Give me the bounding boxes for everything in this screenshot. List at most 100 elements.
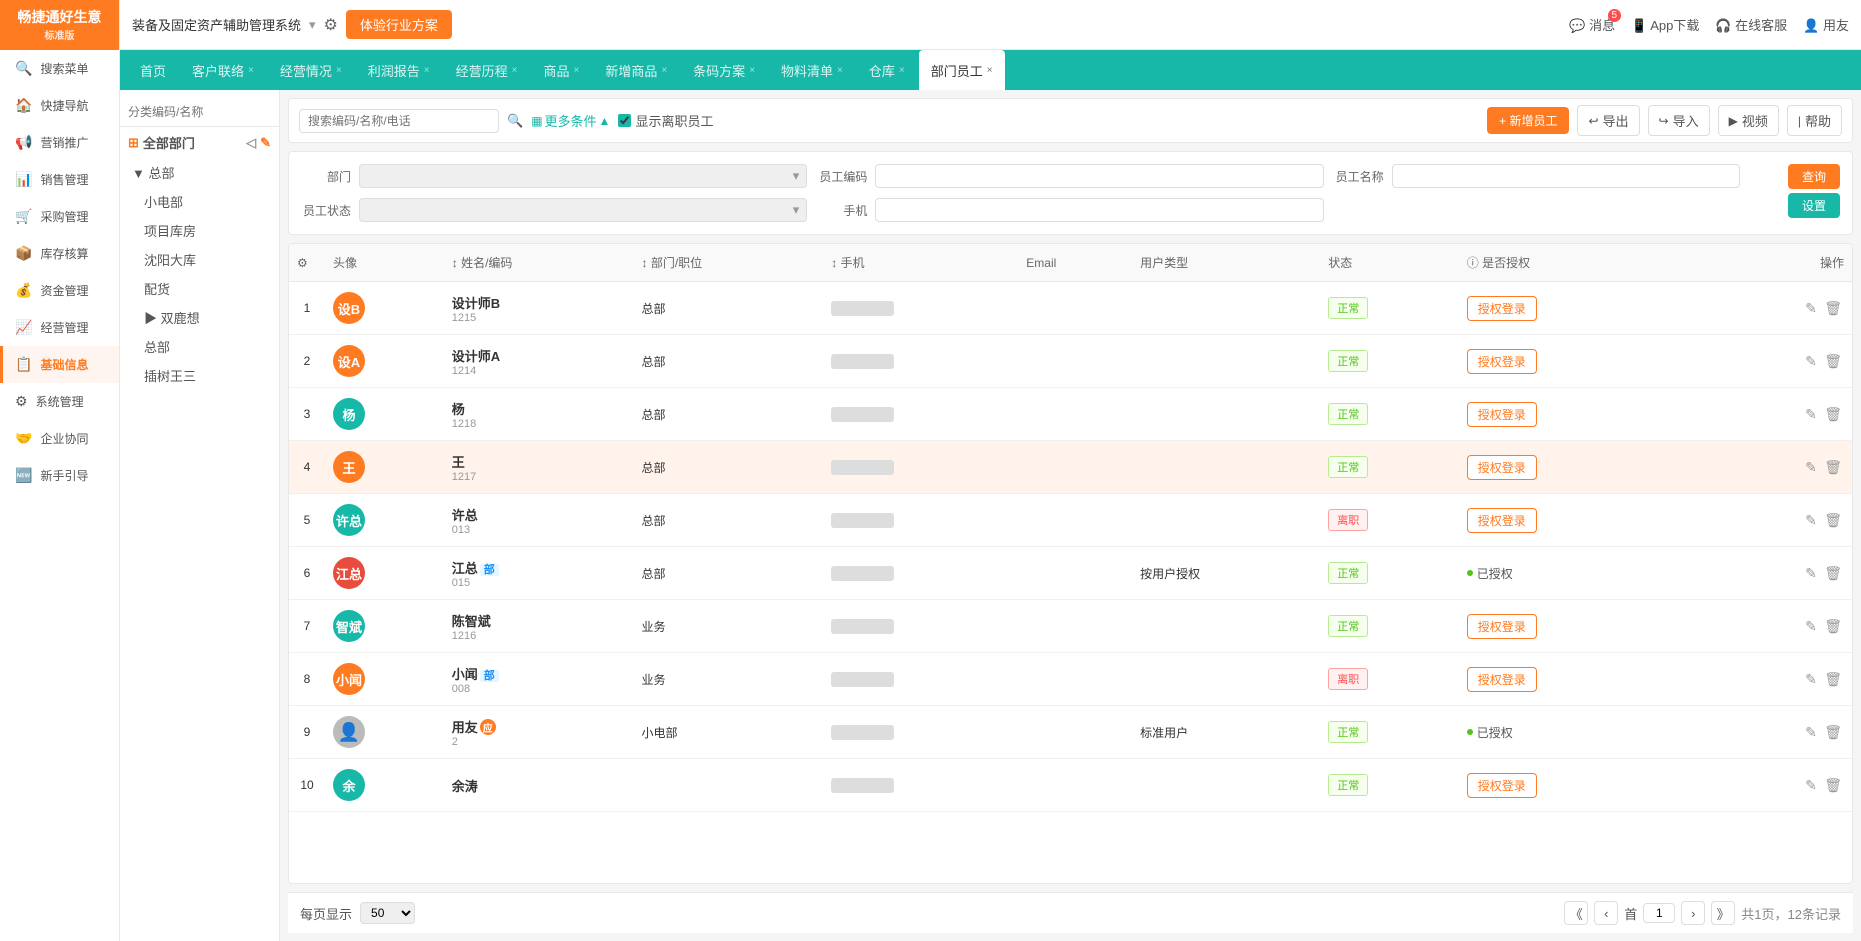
sidebar-item-search[interactable]: 🔍搜索菜单 — [0, 50, 119, 87]
tab-close-staff[interactable]: × — [987, 65, 993, 76]
more-filter-button[interactable]: ▦ 更多条件 ▲ — [531, 111, 610, 130]
edit-button[interactable]: ✎ — [1805, 565, 1817, 581]
tab-new_goods[interactable]: 新增商品× — [593, 50, 679, 90]
filter-reset-button[interactable]: 设置 — [1788, 193, 1840, 218]
tab-barcode[interactable]: 条码方案× — [681, 50, 767, 90]
dept-node-head[interactable]: ▼ 总部 — [120, 158, 279, 187]
filter-status-select[interactable] — [359, 198, 807, 222]
delete-button[interactable]: 🗑 — [1824, 300, 1842, 316]
sidebar-item-system[interactable]: ⚙系统管理 — [0, 383, 119, 420]
tab-goods[interactable]: 商品× — [531, 50, 591, 90]
tab-material[interactable]: 物料清单× — [769, 50, 855, 90]
sidebar-item-inventory[interactable]: 📦库存核算 — [0, 235, 119, 272]
dept-node-dist[interactable]: 配货 — [120, 274, 279, 303]
auth-button[interactable]: 授权登录 — [1467, 667, 1537, 692]
help-button[interactable]: | 帮助 — [1787, 105, 1842, 136]
dept-search-input[interactable] — [128, 105, 280, 119]
edit-button[interactable]: ✎ — [1805, 618, 1817, 634]
edit-button[interactable]: ✎ — [1805, 406, 1817, 422]
edit-button[interactable]: ✎ — [1805, 353, 1817, 369]
th-phone[interactable]: ↕ 手机 — [823, 244, 1018, 282]
tab-home[interactable]: 首页 — [128, 50, 178, 90]
dept-node-small_elec[interactable]: 小电部 — [120, 187, 279, 216]
dept-node-hq[interactable]: 总部 — [120, 332, 279, 361]
edit-button[interactable]: ✎ — [1805, 724, 1817, 740]
delete-button[interactable]: 🗑 — [1824, 671, 1842, 687]
auth-button[interactable]: 授权登录 — [1467, 349, 1537, 374]
dept-node-dual_dream[interactable]: ▶ 双鹿想 — [120, 303, 279, 332]
filter-empname-input[interactable] — [1392, 164, 1740, 188]
sidebar-item-basic[interactable]: 📋基础信息 — [0, 346, 119, 383]
auth-button[interactable]: 授权登录 — [1467, 296, 1537, 321]
dept-node-project[interactable]: 项目库房 — [120, 216, 279, 245]
filter-empcode-input[interactable] — [875, 164, 1323, 188]
first-page-button[interactable]: 《 — [1564, 901, 1588, 925]
tab-close-new_goods[interactable]: × — [661, 65, 667, 76]
th-settings[interactable]: ⚙ — [289, 244, 325, 282]
edit-button[interactable]: ✎ — [1805, 777, 1817, 793]
tab-close-goods[interactable]: × — [573, 65, 579, 76]
tab-close-material[interactable]: × — [837, 65, 843, 76]
topbar-dropdown-icon[interactable]: ▾ — [309, 17, 316, 33]
dept-collapse-button[interactable]: ◁ — [246, 135, 256, 151]
delete-button[interactable]: 🗑 — [1824, 777, 1842, 793]
tab-close-operation_stat[interactable]: × — [336, 65, 342, 76]
tab-close-warehouse[interactable]: × — [899, 65, 905, 76]
dept-node-shenyang[interactable]: 沈阳大库 — [120, 245, 279, 274]
sidebar-item-marketing[interactable]: 📢营销推广 — [0, 124, 119, 161]
dept-all-label[interactable]: 全部部门 — [143, 133, 195, 152]
sidebar-item-operation[interactable]: 📈经营管理 — [0, 309, 119, 346]
topbar-gear-icon[interactable]: ⚙ — [324, 15, 338, 35]
sidebar-item-enterprise[interactable]: 🤝企业协同 — [0, 420, 119, 457]
auth-button[interactable]: 授权登录 — [1467, 614, 1537, 639]
delete-button[interactable]: 🗑 — [1824, 459, 1842, 475]
tab-customer[interactable]: 客户联络× — [180, 50, 266, 90]
filter-phone-input[interactable] — [875, 198, 1323, 222]
delete-button[interactable]: 🗑 — [1824, 512, 1842, 528]
auth-button[interactable]: 授权登录 — [1467, 773, 1537, 798]
filter-dept-select[interactable] — [359, 164, 807, 188]
filter-search-button[interactable]: 查询 — [1788, 164, 1840, 189]
th-name-code[interactable]: ↕ 姓名/编码 — [444, 244, 634, 282]
online-service-button[interactable]: 🎧 在线客服 — [1715, 15, 1787, 34]
sidebar-item-guide[interactable]: 🆕新手引导 — [0, 457, 119, 494]
tab-close-profit[interactable]: × — [424, 65, 430, 76]
show-resigned-toggle[interactable]: 显示离职员工 — [618, 111, 713, 130]
tab-profit[interactable]: 利润报告× — [356, 50, 442, 90]
delete-button[interactable]: 🗑 — [1824, 724, 1842, 740]
tab-staff[interactable]: 部门员工× — [919, 50, 1005, 90]
edit-button[interactable]: ✎ — [1805, 459, 1817, 475]
tab-close-customer[interactable]: × — [248, 65, 254, 76]
tab-operation_stat[interactable]: 经营情况× — [268, 50, 354, 90]
trial-button[interactable]: 体验行业方案 — [346, 10, 452, 39]
tab-close-operation_hist[interactable]: × — [512, 65, 518, 76]
sidebar-item-purchase[interactable]: 🛒采购管理 — [0, 198, 119, 235]
auth-button[interactable]: 授权登录 — [1467, 455, 1537, 480]
tab-warehouse[interactable]: 仓库× — [857, 50, 917, 90]
import-button[interactable]: ↪ 导入 — [1648, 105, 1710, 136]
export-button[interactable]: ↩ 导出 — [1577, 105, 1639, 136]
dept-node-plant[interactable]: 插树王三 — [120, 361, 279, 390]
delete-button[interactable]: 🗑 — [1824, 406, 1842, 422]
user-avatar[interactable]: 👤 用友 — [1803, 15, 1849, 34]
app-download-button[interactable]: 📱 App下载 — [1631, 15, 1699, 34]
view-button[interactable]: ▶ 视频 — [1718, 105, 1779, 136]
show-resigned-checkbox[interactable] — [618, 114, 631, 127]
auth-button[interactable]: 授权登录 — [1467, 508, 1537, 533]
delete-button[interactable]: 🗑 — [1824, 565, 1842, 581]
page-size-select[interactable]: 50 100 — [360, 902, 415, 924]
search-icon[interactable]: 🔍 — [507, 113, 523, 129]
add-employee-button[interactable]: + 新增员工 — [1487, 107, 1569, 134]
edit-button[interactable]: ✎ — [1805, 512, 1817, 528]
delete-button[interactable]: 🗑 — [1824, 353, 1842, 369]
last-page-button[interactable]: 》 — [1711, 901, 1735, 925]
dept-edit-icon[interactable]: ✎ — [260, 135, 271, 151]
sidebar-item-quicknav[interactable]: 🏠快捷导航 — [0, 87, 119, 124]
th-dept-role[interactable]: ↕ 部门/职位 — [633, 244, 823, 282]
next-page-button[interactable]: › — [1681, 901, 1705, 925]
tab-operation_hist[interactable]: 经营历程× — [444, 50, 530, 90]
page-number-input[interactable] — [1643, 903, 1675, 923]
search-input[interactable] — [299, 109, 499, 133]
sidebar-item-finance[interactable]: 💰资金管理 — [0, 272, 119, 309]
edit-button[interactable]: ✎ — [1805, 300, 1817, 316]
